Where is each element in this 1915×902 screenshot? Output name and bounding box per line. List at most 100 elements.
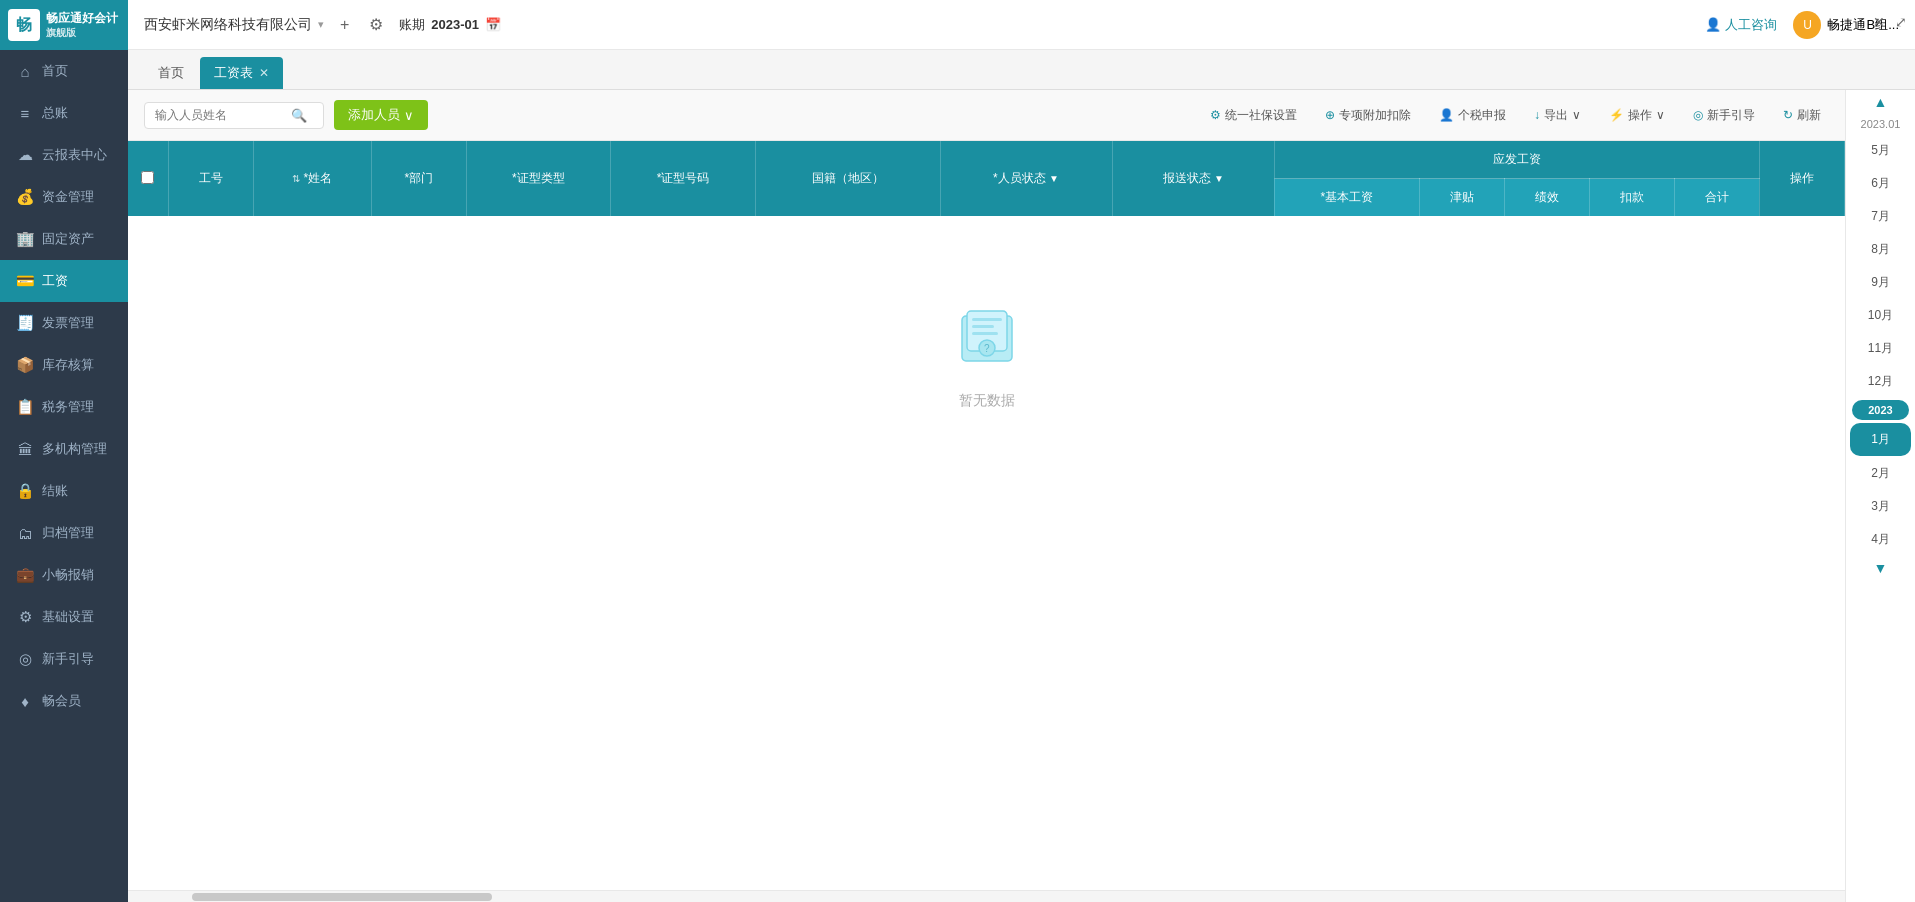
sidebar-item-label: 库存核算 <box>42 356 94 374</box>
sidebar-item-fixed-assets[interactable]: 🏢 固定资产 <box>0 218 128 260</box>
sidebar-item-closing[interactable]: 🔒 结账 <box>0 470 128 512</box>
th-performance: 绩效 <box>1504 179 1589 217</box>
content-with-panel: 🔍 添加人员 ∨ ⚙ 统一社保设置 ⊕ 专项附加扣除 � <box>128 90 1915 902</box>
add-person-arrow: ∨ <box>404 108 414 123</box>
date-month-2[interactable]: 2月 <box>1846 457 1915 490</box>
account-period: 账期 2023-01 📅 <box>399 16 501 34</box>
date-month-1-current[interactable]: 1月 <box>1850 423 1911 456</box>
date-month-4[interactable]: 4月 <box>1846 523 1915 556</box>
sidebar-item-home[interactable]: ⌂ 首页 <box>0 50 128 92</box>
th-cert-type: *证型类型 <box>466 141 611 216</box>
expense-icon: 💼 <box>16 566 34 584</box>
member-icon: ♦ <box>16 693 34 710</box>
th-checkbox[interactable] <box>128 141 168 216</box>
select-all-checkbox[interactable] <box>141 171 154 184</box>
sidebar-item-invoice[interactable]: 🧾 发票管理 <box>0 302 128 344</box>
tabs-bar: 首页 工资表 ✕ <box>128 50 1915 90</box>
special-deduction-btn[interactable]: ⊕ 专项附加扣除 <box>1317 103 1419 128</box>
scrollbar-track[interactable] <box>128 890 1845 902</box>
tab-home-label: 首页 <box>158 64 184 82</box>
date-next-btn[interactable]: ▼ <box>1846 556 1915 580</box>
calendar-icon[interactable]: 📅 <box>485 17 501 32</box>
payroll-table: 工号 ⇅ *姓名 *部门 *证型类型 *证型号码 国籍（地区） *人员状态 ▼ <box>128 141 1845 216</box>
refresh-label: 刷新 <box>1797 107 1821 124</box>
sidebar-item-funds[interactable]: 💰 资金管理 <box>0 176 128 218</box>
sidebar-item-tax[interactable]: 📋 税务管理 <box>0 386 128 428</box>
guide-label: 新手引导 <box>1707 107 1755 124</box>
sidebar-item-ledger[interactable]: ≡ 总账 <box>0 92 128 134</box>
export-arrow: ∨ <box>1572 108 1581 122</box>
sidebar-item-inventory[interactable]: 📦 库存核算 <box>0 344 128 386</box>
sidebar-item-payroll[interactable]: 💳 工资 <box>0 260 128 302</box>
refresh-btn[interactable]: ↻ 刷新 <box>1775 103 1829 128</box>
tax-declare-label: 个税申报 <box>1458 107 1506 124</box>
name-sort-icon: ⇅ <box>292 173 300 184</box>
date-month-7[interactable]: 7月 <box>1846 200 1915 233</box>
date-month-5[interactable]: 5月 <box>1846 134 1915 167</box>
date-month-10[interactable]: 10月 <box>1846 299 1915 332</box>
th-id: 工号 <box>168 141 253 216</box>
sidebar-item-multi-org[interactable]: 🏛 多机构管理 <box>0 428 128 470</box>
sidebar-item-label: 归档管理 <box>42 524 94 542</box>
social-insurance-btn[interactable]: ⚙ 统一社保设置 <box>1202 103 1305 128</box>
export-icon: ↓ <box>1534 108 1540 122</box>
export-btn[interactable]: ↓ 导出 ∨ <box>1526 103 1589 128</box>
close-btn[interactable]: ✕ <box>1873 14 1885 30</box>
date-month-12[interactable]: 12月 <box>1846 365 1915 398</box>
operation-arrow: ∨ <box>1656 108 1665 122</box>
date-month-9[interactable]: 9月 <box>1846 266 1915 299</box>
th-allowance: 津贴 <box>1419 179 1504 217</box>
date-prev-btn[interactable]: ▲ <box>1846 90 1915 114</box>
date-month-6[interactable]: 6月 <box>1846 167 1915 200</box>
period-label: 账期 <box>399 16 425 34</box>
sidebar-item-expense[interactable]: 💼 小畅报销 <box>0 554 128 596</box>
date-month-11[interactable]: 11月 <box>1846 332 1915 365</box>
date-month-3[interactable]: 3月 <box>1846 490 1915 523</box>
th-operation: 操作 <box>1759 141 1844 216</box>
guide-btn[interactable]: ◎ 新手引导 <box>1685 103 1763 128</box>
date-month-8[interactable]: 8月 <box>1846 233 1915 266</box>
add-company-btn[interactable]: + <box>336 12 353 38</box>
tab-close-icon[interactable]: ✕ <box>259 66 269 80</box>
settings-btn[interactable]: ⚙ <box>365 11 387 38</box>
sidebar-item-label: 首页 <box>42 62 68 80</box>
sidebar-item-settings[interactable]: ⚙ 基础设置 <box>0 596 128 638</box>
add-person-btn[interactable]: 添加人员 ∨ <box>334 100 428 130</box>
sidebar-item-cloud-report[interactable]: ☁ 云报表中心 <box>0 134 128 176</box>
table-container[interactable]: 工号 ⇅ *姓名 *部门 *证型类型 *证型号码 国籍（地区） *人员状态 ▼ <box>128 141 1845 890</box>
search-box[interactable]: 🔍 <box>144 102 324 129</box>
sidebar-item-label: 多机构管理 <box>42 440 107 458</box>
sidebar-item-label: 云报表中心 <box>42 146 107 164</box>
app-logo: 畅 畅应通好会计 旗舰版 <box>0 0 128 50</box>
company-selector[interactable]: 西安虾米网络科技有限公司 ▾ <box>144 16 324 34</box>
payroll-icon: 💳 <box>16 272 34 290</box>
svg-rect-3 <box>972 325 994 328</box>
topbar: 西安虾米网络科技有限公司 ▾ + ⚙ 账期 2023-01 📅 👤 人工咨询 U… <box>128 0 1915 50</box>
sidebar-item-label: 基础设置 <box>42 608 94 626</box>
tax-declare-icon: 👤 <box>1439 108 1454 122</box>
search-input[interactable] <box>155 108 285 122</box>
sidebar-item-label: 总账 <box>42 104 68 122</box>
person-status-filter-icon[interactable]: ▼ <box>1049 173 1059 184</box>
maximize-btn[interactable]: ⤢ <box>1895 14 1907 30</box>
tab-payroll[interactable]: 工资表 ✕ <box>200 57 283 89</box>
service-btn[interactable]: 👤 人工咨询 <box>1705 16 1777 34</box>
svg-rect-2 <box>972 318 1002 321</box>
th-deduction: 扣款 <box>1589 179 1674 217</box>
assets-icon: 🏢 <box>16 230 34 248</box>
special-deduction-label: 专项附加扣除 <box>1339 107 1411 124</box>
multi-org-icon: 🏛 <box>16 441 34 458</box>
operation-label: 操作 <box>1628 107 1652 124</box>
th-dept: *部门 <box>371 141 466 216</box>
avatar: U <box>1793 11 1821 39</box>
tab-home[interactable]: 首页 <box>144 57 198 89</box>
scrollbar-thumb[interactable] <box>192 893 492 901</box>
report-status-filter-icon[interactable]: ▼ <box>1214 173 1224 184</box>
sidebar-item-member[interactable]: ♦ 畅会员 <box>0 680 128 722</box>
sidebar-item-archive[interactable]: 🗂 归档管理 <box>0 512 128 554</box>
tax-declare-btn[interactable]: 👤 个税申报 <box>1431 103 1514 128</box>
sidebar-item-guide[interactable]: ◎ 新手引导 <box>0 638 128 680</box>
operation-btn[interactable]: ⚡ 操作 ∨ <box>1601 103 1673 128</box>
window-controls: ✕ ⤢ <box>1873 14 1907 30</box>
sidebar: 畅 畅应通好会计 旗舰版 ⌂ 首页 ≡ 总账 ☁ 云报表中心 💰 资金管理 🏢 … <box>0 0 128 902</box>
